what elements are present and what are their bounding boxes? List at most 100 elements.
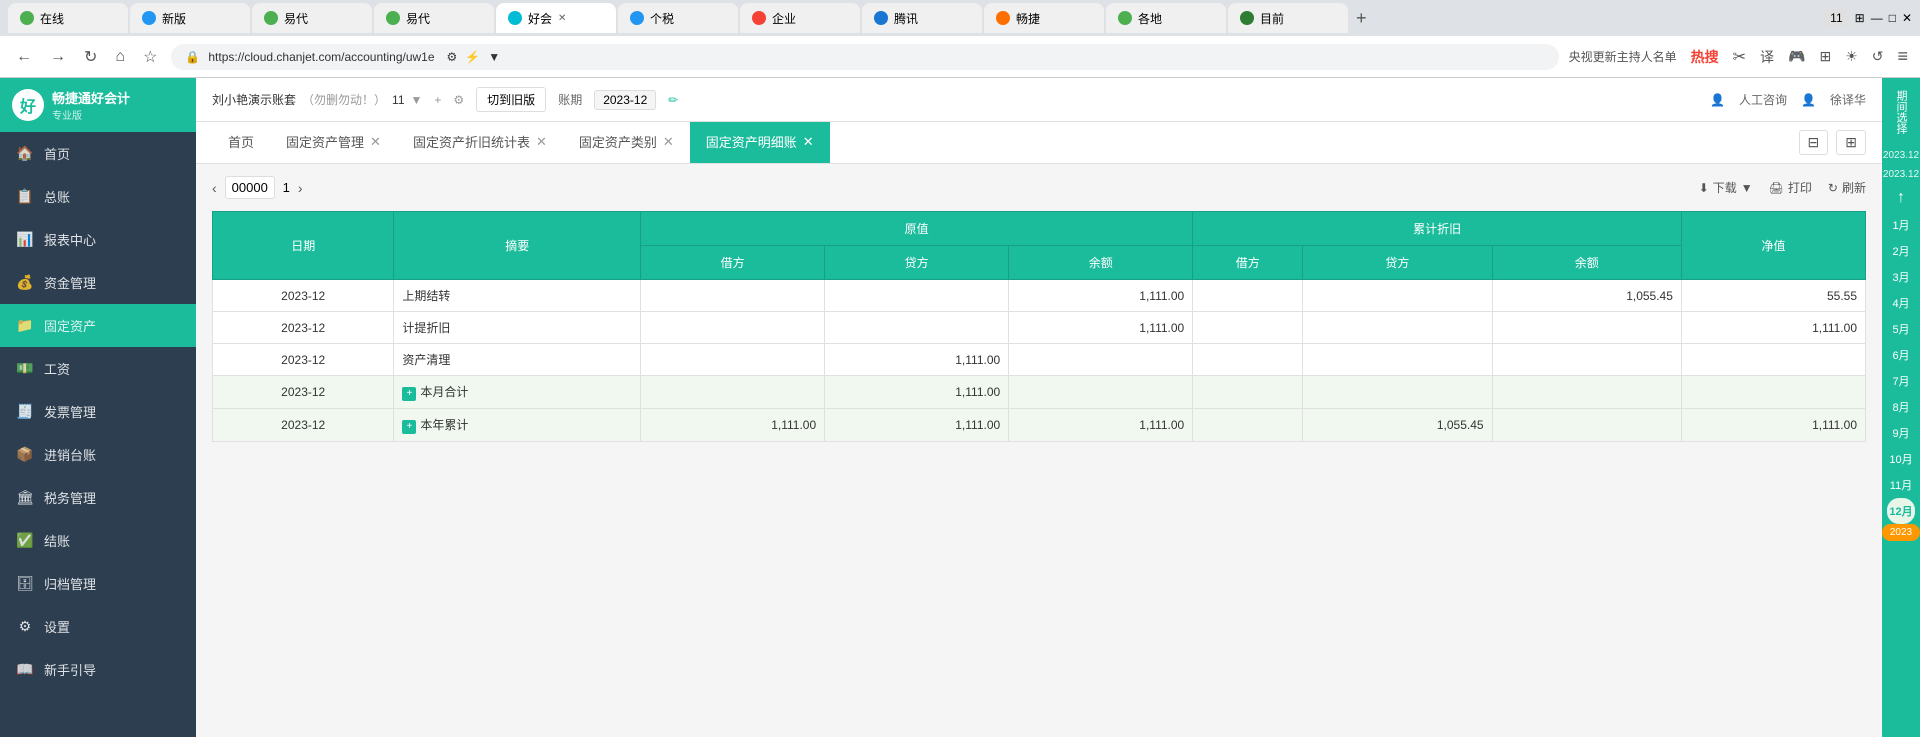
sidebar-item-home[interactable]: 🏠 首页	[0, 132, 196, 175]
browser-tab-3[interactable]: 易代	[252, 3, 372, 33]
page-tab-asset-category[interactable]: 固定资产类别 ✕	[563, 122, 690, 163]
maximize-icon[interactable]: □	[1889, 11, 1896, 25]
th-accumulated-depreciation: 累计折旧	[1193, 212, 1682, 246]
add-book-button[interactable]: +	[434, 93, 441, 107]
row5-date: 2023-12	[213, 409, 394, 442]
url-lightning-icon[interactable]: ⚡	[465, 50, 480, 64]
page-tab-fixed-assets-mgmt-close[interactable]: ✕	[370, 134, 381, 150]
tab-label-9: 畅捷	[1016, 10, 1040, 27]
browser-tab-5[interactable]: 好会 ✕	[496, 3, 616, 33]
period-month-6[interactable]: 6月	[1882, 342, 1920, 368]
row3-acc-debit	[1193, 344, 1303, 376]
page-tab-asset-ledger-close[interactable]: ✕	[803, 134, 814, 150]
page-tab-depreciation-stats-close[interactable]: ✕	[536, 134, 547, 150]
settings-gear-icon[interactable]: ⚙	[453, 93, 464, 107]
forward-button[interactable]: →	[46, 44, 70, 70]
page-tab-home[interactable]: 首页	[212, 122, 270, 163]
history-icon[interactable]: ↺	[1872, 48, 1884, 65]
browser-tab-10[interactable]: 各地	[1106, 3, 1226, 33]
reload-button[interactable]: ↻	[80, 43, 101, 71]
url-dropdown-icon[interactable]: ▼	[488, 50, 500, 64]
sidebar-item-purchase-sales[interactable]: 📦 进销台账	[0, 433, 196, 476]
sidebar-label-purchase-sales: 进销台账	[44, 445, 96, 464]
minimize-icon[interactable]: —	[1871, 11, 1883, 25]
download-dropdown-icon[interactable]: ▼	[1741, 181, 1753, 195]
grid-icon[interactable]: ⊞	[1819, 48, 1831, 65]
brightness-icon[interactable]: ☀	[1845, 48, 1858, 65]
layout-icon[interactable]: ⊞	[1855, 11, 1865, 25]
page-expand-button[interactable]: ⊞	[1836, 130, 1866, 155]
row5-acc-balance	[1492, 409, 1681, 442]
search-label: 央视更新主持人名单	[1569, 48, 1677, 65]
next-page-button[interactable]: ›	[298, 180, 303, 196]
sidebar-item-tax[interactable]: 🏛 税务管理	[0, 476, 196, 519]
sidebar-item-ledger[interactable]: 📋 总账	[0, 175, 196, 218]
help-label[interactable]: 人工咨询	[1739, 91, 1787, 108]
period-year-highlight[interactable]: 2023	[1882, 524, 1920, 541]
page-tab-asset-ledger[interactable]: 固定资产明细账 ✕	[690, 122, 830, 163]
browser-tab-4[interactable]: 易代	[374, 3, 494, 33]
home-button[interactable]: ⌂	[111, 44, 129, 70]
sidebar-item-archive[interactable]: 🗄 归档管理	[0, 562, 196, 605]
page-shrink-button[interactable]: ⊟	[1799, 130, 1829, 155]
url-settings-icon[interactable]: ⚙	[447, 50, 458, 64]
row1-acc-debit	[1193, 280, 1303, 312]
back-button[interactable]: ←	[12, 44, 36, 70]
period-month-7[interactable]: 7月	[1882, 368, 1920, 394]
period-edit-icon[interactable]: ✏	[668, 93, 678, 107]
sidebar-item-funds[interactable]: 💰 资金管理	[0, 261, 196, 304]
browser-tab-7[interactable]: 企业	[740, 3, 860, 33]
tab-close-5[interactable]: ✕	[558, 13, 566, 24]
page-tab-fixed-assets-mgmt[interactable]: 固定资产管理 ✕	[270, 122, 397, 163]
table-row: 2023-12 计提折旧 1,111.00 1,111.00	[213, 312, 1866, 344]
period-month-8[interactable]: 8月	[1882, 394, 1920, 420]
sidebar-item-reports[interactable]: 📊 报表中心	[0, 218, 196, 261]
period-month-12[interactable]: 12月	[1887, 498, 1915, 524]
period-month-5[interactable]: 5月	[1882, 316, 1920, 342]
period-month-9[interactable]: 9月	[1882, 420, 1920, 446]
sidebar-item-settings[interactable]: ⚙ 设置	[0, 605, 196, 648]
page-number-input[interactable]	[225, 176, 275, 199]
url-box[interactable]: 🔒 https://cloud.chanjet.com/accounting/u…	[171, 44, 1558, 70]
browser-tab-1[interactable]: 在线	[8, 3, 128, 33]
tab-count-badge: 11	[1824, 9, 1848, 27]
sidebar-item-payroll[interactable]: 💵 工资	[0, 347, 196, 390]
th-orig-credit: 贷方	[825, 246, 1009, 280]
browser-tab-2[interactable]: 新版	[130, 3, 250, 33]
browser-tab-6[interactable]: 个税	[618, 3, 738, 33]
refresh-button[interactable]: ↻ 刷新	[1828, 179, 1866, 196]
sidebar-item-invoice[interactable]: 🧾 发票管理	[0, 390, 196, 433]
print-label: 打印	[1788, 179, 1812, 196]
sidebar-item-guide[interactable]: 📖 新手引导	[0, 648, 196, 691]
page-tab-depreciation-stats[interactable]: 固定资产折旧统计表 ✕	[397, 122, 563, 163]
close-icon[interactable]: ✕	[1902, 11, 1912, 25]
row3-orig-debit	[641, 344, 825, 376]
sidebar-label-payroll: 工资	[44, 359, 70, 378]
switch-to-old-button[interactable]: 切到旧版	[476, 87, 546, 112]
new-tab-button[interactable]: +	[1350, 8, 1373, 29]
download-button[interactable]: ⬇ 下载 ▼	[1699, 179, 1753, 196]
scissors-icon[interactable]: ✂	[1733, 47, 1746, 67]
row2-acc-balance	[1492, 312, 1681, 344]
sidebar-item-fixed-assets[interactable]: 📁 固定资产	[0, 304, 196, 347]
period-month-11[interactable]: 11月	[1882, 472, 1920, 498]
user-dropdown-icon[interactable]: ▼	[411, 93, 423, 107]
translate-icon[interactable]: 译	[1760, 47, 1774, 67]
print-button[interactable]: 🖨 打印	[1769, 179, 1812, 196]
browser-tab-9[interactable]: 畅捷	[984, 3, 1104, 33]
period-month-4[interactable]: 4月	[1882, 290, 1920, 316]
period-scroll-up[interactable]: ↑	[1882, 184, 1920, 212]
page-tab-asset-category-close[interactable]: ✕	[663, 134, 674, 150]
period-month-2[interactable]: 2月	[1882, 238, 1920, 264]
browser-tab-11[interactable]: 目前	[1228, 3, 1348, 33]
period-month-3[interactable]: 3月	[1882, 264, 1920, 290]
browser-tab-8[interactable]: 腾讯	[862, 3, 982, 33]
period-month-10[interactable]: 10月	[1882, 446, 1920, 472]
bookmark-button[interactable]: ☆	[139, 43, 161, 71]
game-icon[interactable]: 🎮	[1788, 48, 1805, 65]
prev-page-button[interactable]: ‹	[212, 180, 217, 196]
sidebar-item-checkout[interactable]: ✅ 结账	[0, 519, 196, 562]
tab-icon-7	[752, 11, 766, 25]
menu-icon[interactable]: ≡	[1897, 46, 1908, 67]
period-month-1[interactable]: 1月	[1882, 212, 1920, 238]
